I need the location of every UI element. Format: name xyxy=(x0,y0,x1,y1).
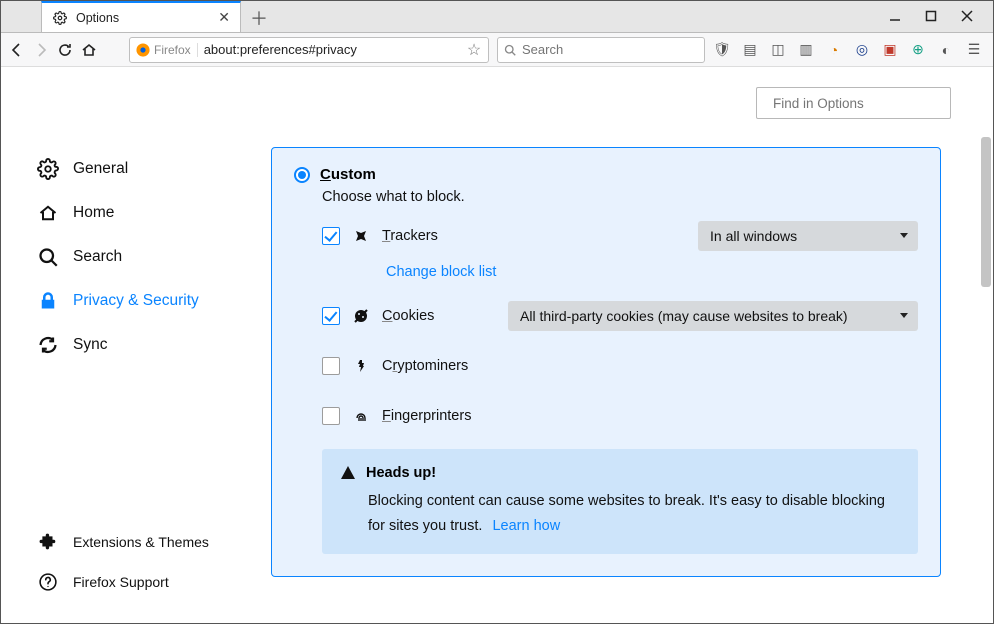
checkbox-cryptominers[interactable] xyxy=(322,357,340,375)
extension-icon[interactable]: 🛡 xyxy=(713,41,731,59)
chevron-down-icon xyxy=(900,313,908,318)
app-menu-button[interactable]: ☰ xyxy=(965,41,983,59)
sync-icon xyxy=(37,334,59,356)
extension-icon[interactable]: ⊕ xyxy=(909,41,927,59)
extension-icon[interactable]: ◐ xyxy=(937,41,955,59)
reload-button[interactable] xyxy=(57,39,73,61)
extension-icon[interactable]: ▣ xyxy=(881,41,899,59)
back-button[interactable] xyxy=(9,39,25,61)
cookies-dropdown[interactable]: All third-party cookies (may cause websi… xyxy=(508,301,918,331)
link-label: Extensions & Themes xyxy=(73,534,209,550)
category-general[interactable]: General xyxy=(37,147,251,191)
extension-icon[interactable]: ◔ xyxy=(825,41,843,59)
url-input[interactable] xyxy=(204,42,460,57)
learn-how-link[interactable]: Learn how xyxy=(492,518,560,534)
category-label: Privacy & Security xyxy=(73,292,199,310)
cookie-icon xyxy=(352,307,370,325)
category-sidebar: General Home Search Privacy & Security S… xyxy=(1,67,251,623)
custom-subtitle: Choose what to block. xyxy=(322,189,918,205)
tab-close-button[interactable]: ✕ xyxy=(218,9,230,26)
browser-tab[interactable]: Options ✕ xyxy=(41,1,241,32)
extension-icon[interactable]: ◎ xyxy=(853,41,871,59)
extension-icon[interactable]: ▥ xyxy=(797,41,815,59)
extension-icon[interactable]: ◫ xyxy=(769,41,787,59)
trackers-dropdown[interactable]: In all windows xyxy=(698,221,918,251)
heads-up-title: Heads up! xyxy=(366,465,436,481)
preferences-page: General Home Search Privacy & Security S… xyxy=(1,67,993,623)
new-tab-button[interactable]: ＋ xyxy=(245,4,273,32)
checkbox-fingerprinters[interactable] xyxy=(322,407,340,425)
tracker-icon xyxy=(352,227,370,245)
warning-icon xyxy=(340,465,356,481)
custom-blocking-card: CCustomustom Choose what to block. Track… xyxy=(271,147,941,577)
find-in-options[interactable] xyxy=(756,87,951,119)
dropdown-value: In all windows xyxy=(710,228,797,244)
radio-custom[interactable] xyxy=(294,167,310,183)
category-privacy[interactable]: Privacy & Security xyxy=(37,279,251,323)
cryptominer-icon xyxy=(352,357,370,375)
chevron-down-icon xyxy=(900,233,908,238)
home-icon xyxy=(37,202,59,224)
scrollbar[interactable] xyxy=(981,67,991,623)
find-input[interactable] xyxy=(773,96,950,111)
category-label: Home xyxy=(73,204,114,222)
gear-icon xyxy=(52,10,68,26)
scrollbar-thumb[interactable] xyxy=(981,137,991,287)
category-search[interactable]: Search xyxy=(37,235,251,279)
link-label: Firefox Support xyxy=(73,574,169,590)
search-icon xyxy=(37,246,59,268)
nav-toolbar: Firefox ☆ 🛡 ▤ ◫ ▥ ◔ ◎ ▣ ⊕ ◐ ☰ xyxy=(1,33,993,67)
puzzle-icon xyxy=(37,531,59,553)
trackers-label: TrackersTrackers xyxy=(382,228,438,244)
heads-up-box: Heads up! Blocking content can cause som… xyxy=(322,449,918,554)
link-extensions[interactable]: Extensions & Themes xyxy=(37,531,251,553)
checkbox-trackers[interactable] xyxy=(322,227,340,245)
custom-heading: CCustomustom xyxy=(320,166,376,183)
window-minimize-button[interactable] xyxy=(887,8,903,24)
checkbox-cookies[interactable] xyxy=(322,307,340,325)
home-button[interactable] xyxy=(81,39,97,61)
link-support[interactable]: Firefox Support xyxy=(37,571,251,593)
fingerprint-icon xyxy=(352,407,370,425)
identity-box[interactable]: Firefox xyxy=(136,43,198,57)
fingerprinters-label: FingerprintersFingerprinters xyxy=(382,408,471,424)
cryptominers-label: CryptominersCryptominers xyxy=(382,358,468,374)
gear-icon xyxy=(37,158,59,180)
lock-icon xyxy=(37,290,59,312)
heads-up-body: Blocking content can cause some websites… xyxy=(368,493,885,534)
main-panel: CCustomustom Choose what to block. Track… xyxy=(251,67,993,623)
tab-title: Options xyxy=(76,11,210,25)
dropdown-value: All third-party cookies (may cause websi… xyxy=(520,308,848,324)
cookies-label: CookiesCookies xyxy=(382,308,434,324)
window-maximize-button[interactable] xyxy=(923,8,939,24)
forward-button[interactable] xyxy=(33,39,49,61)
category-sync[interactable]: Sync xyxy=(37,323,251,367)
change-block-list-link[interactable]: Change block list xyxy=(386,264,496,280)
identity-label: Firefox xyxy=(154,43,191,57)
title-bar: Options ✕ ＋ xyxy=(1,1,993,33)
url-bar[interactable]: Firefox ☆ xyxy=(129,37,489,63)
category-label: Search xyxy=(73,248,122,266)
extension-icon[interactable]: ▤ xyxy=(741,41,759,59)
bookmark-star-icon[interactable]: ☆ xyxy=(466,40,482,60)
help-icon xyxy=(37,571,59,593)
category-label: General xyxy=(73,160,128,178)
category-home[interactable]: Home xyxy=(37,191,251,235)
category-label: Sync xyxy=(73,336,107,354)
search-bar[interactable] xyxy=(497,37,705,63)
window-close-button[interactable] xyxy=(959,8,975,24)
search-input[interactable] xyxy=(522,42,698,57)
